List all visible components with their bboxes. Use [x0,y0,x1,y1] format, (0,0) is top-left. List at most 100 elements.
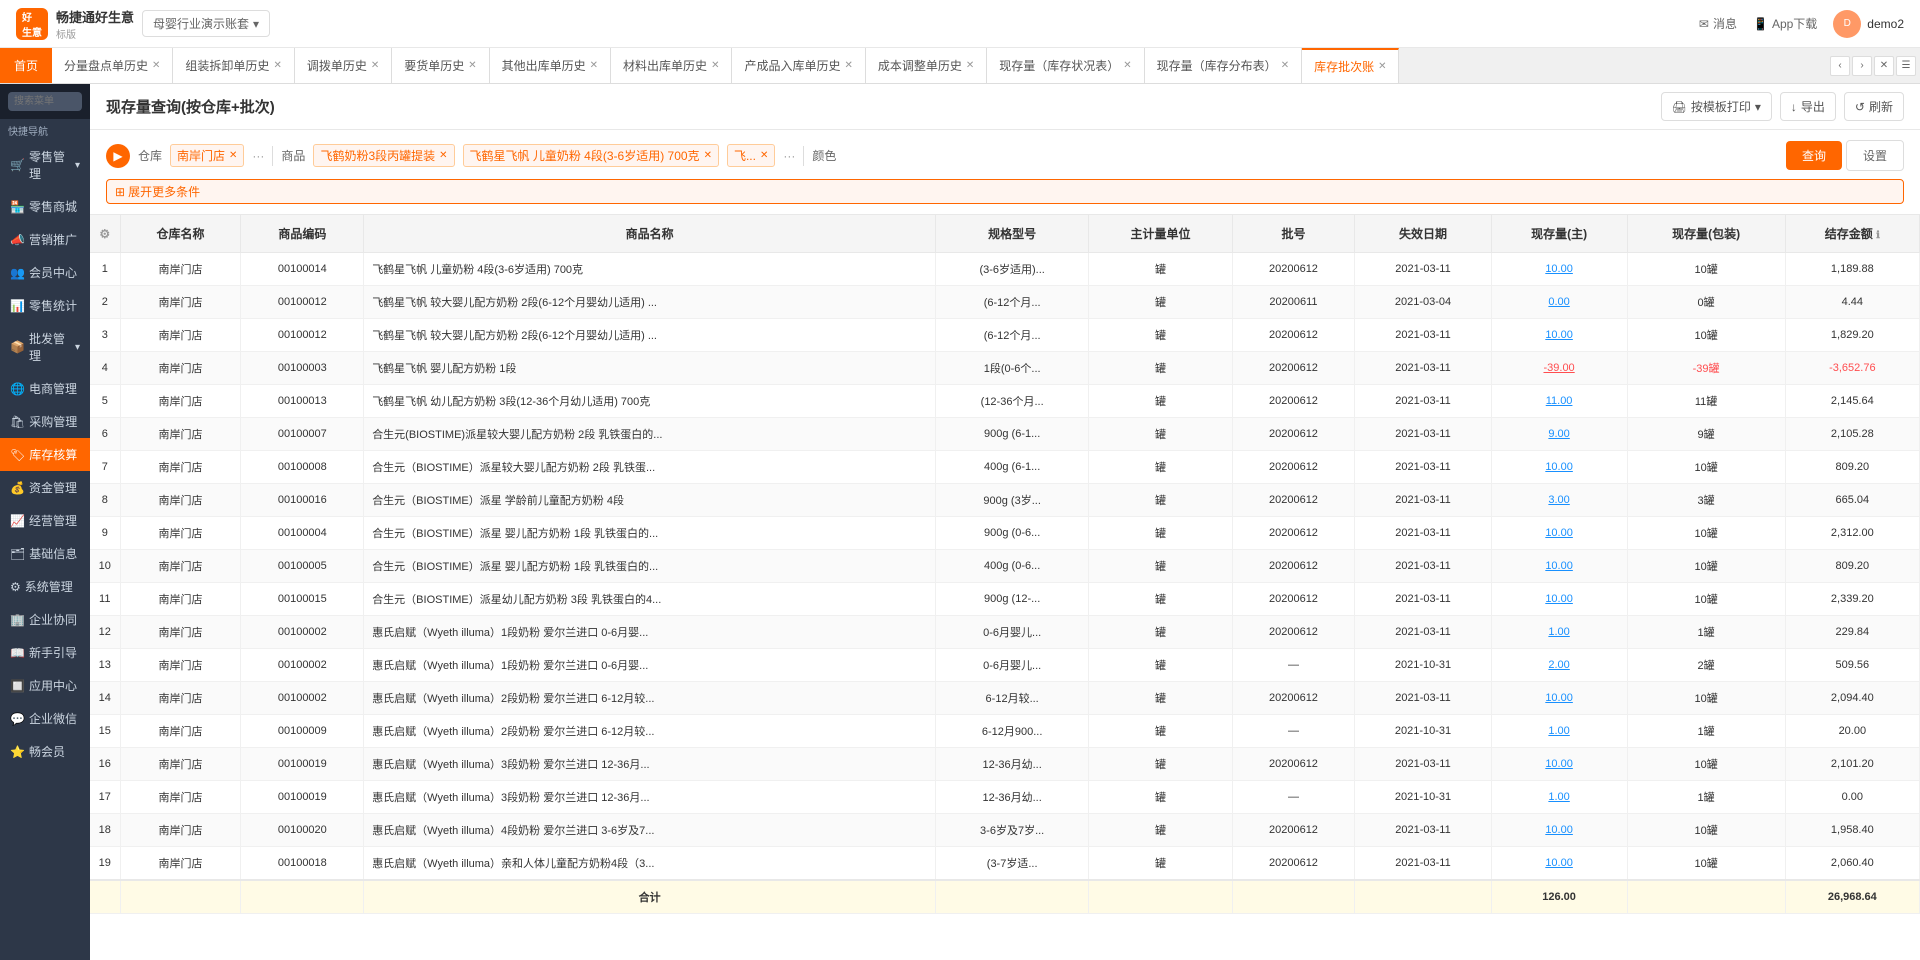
sidebar-item-purchase[interactable]: 🛍 采购管理 [0,405,90,438]
expand-more-btn[interactable]: ⊞ 展开更多条件 [106,179,1904,204]
tab-close-0[interactable]: ✕ [152,60,160,71]
sidebar-item-guide[interactable]: 📖 新手引导 [0,636,90,669]
settings-icon[interactable]: ⚙ [99,227,110,241]
sidebar-item-app-center[interactable]: 🔲 应用中心 [0,669,90,702]
cell-qty-main[interactable]: 11.00 [1491,385,1627,418]
cell-qty-main[interactable]: 1.00 [1491,781,1627,814]
tab-item-8[interactable]: 现存量（库存状况表） ✕ [987,48,1144,83]
refresh-btn[interactable]: ↺ 刷新 [1844,92,1904,121]
goods-tag-2[interactable]: 飞鹤星飞帆 儿童奶粉 4段(3-6岁适用) 700克 ✕ [463,144,719,167]
cell-qty-main[interactable]: 10.00 [1491,583,1627,616]
tab-prev-btn[interactable]: ‹ [1830,56,1850,76]
sidebar-item-retail-stats[interactable]: 📊 零售统计 [0,289,90,322]
cell-qty-main[interactable]: 10.00 [1491,319,1627,352]
cell-qty-pkg: 10罐 [1627,682,1785,715]
sidebar-item-basic-info[interactable]: 🗂 基础信息 [0,537,90,570]
cell-expire: 2021-03-11 [1355,748,1491,781]
search-input[interactable] [8,92,82,111]
tab-close-9[interactable]: ✕ [1281,60,1289,71]
tab-item-2[interactable]: 调拨单历史 ✕ [295,48,392,83]
warehouse-tag[interactable]: 南岸门店 ✕ [170,144,244,167]
sidebar-item-wechat[interactable]: 💬 企业微信 [0,702,90,735]
tab-close-3[interactable]: ✕ [468,60,476,71]
table-header-row: ⚙ 仓库名称 商品编码 商品名称 规格型号 主计量单位 批号 失效日期 现存量(… [90,215,1920,253]
app-download-btn[interactable]: 📱 App下载 [1753,15,1817,32]
remove-goods-tag-3[interactable]: ✕ [760,150,768,161]
sidebar-item-ecommerce[interactable]: 🌐 电商管理 [0,372,90,405]
cell-unit: 罐 [1089,418,1232,451]
cell-qty-main[interactable]: 10.00 [1491,814,1627,847]
remove-warehouse-tag[interactable]: ✕ [229,150,237,161]
cell-qty-main[interactable]: -39.00 [1491,352,1627,385]
user-area[interactable]: D demo2 [1833,10,1904,38]
cell-qty-main[interactable]: 1.00 [1491,616,1627,649]
cell-qty-main[interactable]: 10.00 [1491,253,1627,286]
cell-qty-main[interactable]: 2.00 [1491,649,1627,682]
tab-close-8[interactable]: ✕ [1123,60,1131,71]
remove-goods-tag-2[interactable]: ✕ [704,150,712,161]
tab-close-4[interactable]: ✕ [590,60,598,71]
tab-item-1[interactable]: 组装拆卸单历史 ✕ [173,48,294,83]
industry-selector[interactable]: 母婴行业演示账套 ▾ [142,10,270,37]
expand-filter-btn[interactable]: ▶ [106,144,130,168]
cell-qty-main[interactable]: 10.00 [1491,550,1627,583]
cell-no: 9 [90,517,120,550]
col-settings[interactable]: ⚙ [90,215,120,253]
tab-home[interactable]: 首页 [0,48,52,83]
goods-tag-3[interactable]: 飞... ✕ [727,144,775,167]
tab-close-2[interactable]: ✕ [371,60,379,71]
sidebar-item-inventory[interactable]: 🏷 库存核算 [0,438,90,471]
tab-item-0[interactable]: 分量盘点单历史 ✕ [52,48,173,83]
cell-qty-main[interactable]: 10.00 [1491,451,1627,484]
sidebar-item-operations[interactable]: 📈 经营管理 [0,504,90,537]
tab-item-6[interactable]: 产成品入库单历史 ✕ [732,48,865,83]
cell-qty-main[interactable]: 10.00 [1491,847,1627,881]
sidebar-item-member[interactable]: 👥 会员中心 [0,256,90,289]
tab-item-7[interactable]: 成本调整单历史 ✕ [866,48,987,83]
cell-qty-main[interactable]: 1.00 [1491,715,1627,748]
sidebar-item-retail-mgmt[interactable]: 🛒 零售管理 ▾ [0,140,90,190]
filter-more-goods[interactable]: ··· [783,149,795,163]
tab-close-1[interactable]: ✕ [273,60,281,71]
cell-qty-main[interactable]: 10.00 [1491,517,1627,550]
tab-close-6[interactable]: ✕ [844,60,852,71]
sidebar-item-enterprise[interactable]: 🏢 企业协同 [0,603,90,636]
setting-btn[interactable]: 设置 [1846,140,1904,171]
goods-tag-1[interactable]: 飞鹤奶粉3段丙罐提装 ✕ [313,144,454,167]
cell-qty-pkg: 1罐 [1627,616,1785,649]
filter-more-warehouse[interactable]: ··· [252,149,264,163]
export-btn[interactable]: ↓ 导出 [1780,92,1836,121]
amount-info-icon[interactable]: ℹ [1876,230,1880,241]
tab-close-7[interactable]: ✕ [966,60,974,71]
tab-item-10[interactable]: 库存批次账 ✕ [1302,48,1399,83]
remove-goods-tag-1[interactable]: ✕ [439,150,447,161]
cell-name: 合生元(BIOSTIME)派星较大婴儿配方奶粉 2段 乳铁蛋白的... [364,418,936,451]
sidebar-item-finance[interactable]: 💰 资金管理 [0,471,90,504]
tab-item-5[interactable]: 材料出库单历史 ✕ [611,48,732,83]
message-btn[interactable]: ✉ 消息 [1699,15,1737,32]
tab-item-4[interactable]: 其他出库单历史 ✕ [490,48,611,83]
cell-qty-main[interactable]: 3.00 [1491,484,1627,517]
tab-item-9[interactable]: 现存量（库存分布表） ✕ [1145,48,1302,83]
cell-qty-main[interactable]: 9.00 [1491,418,1627,451]
tab-close-10[interactable]: ✕ [1378,61,1386,72]
tab-close-all-btn[interactable]: ✕ [1874,56,1894,76]
table-row: 5 南岸门店 00100013 飞鹤星飞帆 幼儿配方奶粉 3段(12-36个月幼… [90,385,1920,418]
sidebar-item-retail-shop[interactable]: 🏪 零售商城 [0,190,90,223]
sidebar-item-wholesale[interactable]: 📦 批发管理 ▾ [0,322,90,372]
cell-qty-main[interactable]: 10.00 [1491,682,1627,715]
print-btn[interactable]: 🖨 按模板打印 ▾ [1661,92,1772,121]
tab-close-5[interactable]: ✕ [711,60,719,71]
sidebar-item-member-plus[interactable]: ⭐ 畅会员 [0,735,90,768]
cell-amount: 4.44 [1785,286,1919,319]
tab-next-btn[interactable]: › [1852,56,1872,76]
cell-unit: 罐 [1089,715,1232,748]
cell-qty-main[interactable]: 0.00 [1491,286,1627,319]
tab-menu-btn[interactable]: ☰ [1896,56,1916,76]
tab-item-3[interactable]: 要货单历史 ✕ [392,48,489,83]
query-btn[interactable]: 查询 [1786,141,1842,170]
guide-icon: 📖 [10,646,25,660]
cell-qty-main[interactable]: 10.00 [1491,748,1627,781]
sidebar-item-system[interactable]: ⚙ 系统管理 [0,570,90,603]
sidebar-item-marketing[interactable]: 📣 营销推广 [0,223,90,256]
